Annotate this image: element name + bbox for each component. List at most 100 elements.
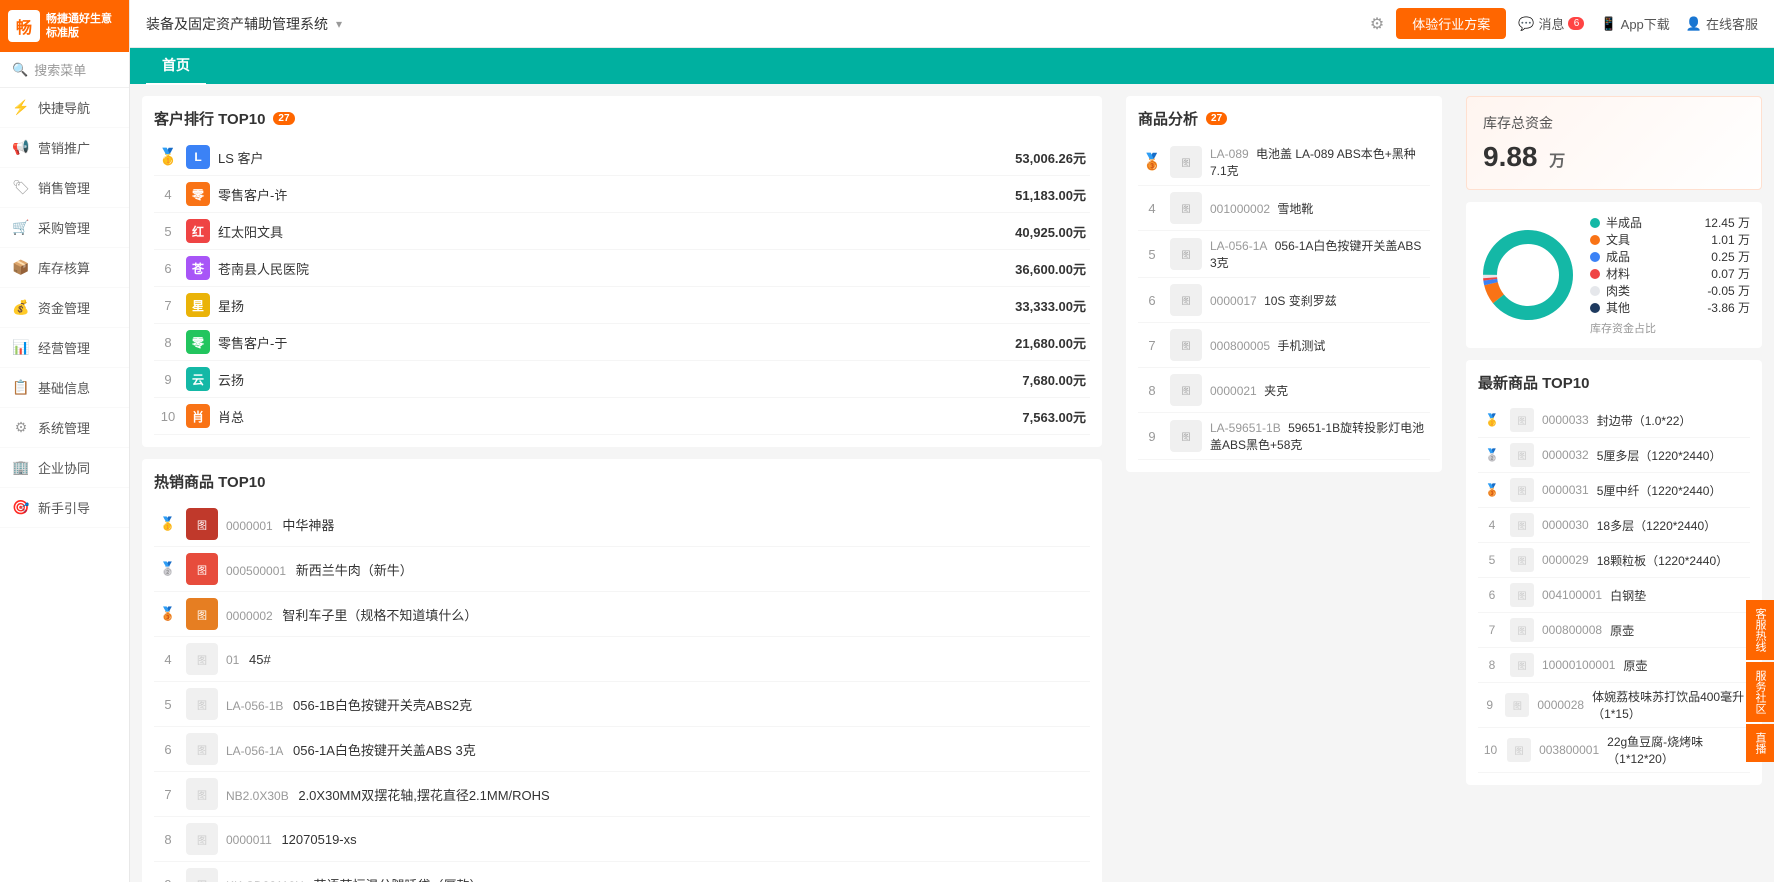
product-image: 图 [1510,478,1534,502]
list-item: 🥈 图 0000032 5厘多层（1220*2440） [1478,438,1750,473]
legend-dot [1590,286,1600,296]
rank-medal-1: 🥇 [158,147,178,167]
product-image-placeholder: 图 [186,643,218,675]
sidebar-item-quick-nav[interactable]: ⚡ 快捷导航 [0,88,129,128]
online-service-button[interactable]: 👤 在线客服 [1686,14,1758,33]
sidebar-item-sales[interactable]: 🏷 销售管理 [0,168,129,208]
rank-num: 5 [1482,553,1502,567]
product-rank: 8 [158,832,178,847]
basic-info-icon: 📋 [12,379,30,397]
product-row: 8 图 0000011 12070519-xs [154,817,1090,862]
sidebar-item-label: 资金管理 [38,298,90,317]
customer-ranking-card: 客户排行 TOP10 27 🥇 L LS 客户 53,006.26元 4 零 [142,96,1102,447]
rank-num: 10 [1482,743,1499,757]
legend-dot [1590,269,1600,279]
product-rank: 🥈 [158,561,178,577]
inventory-amount: 9.88 万 [1483,141,1745,173]
product-image: 图 [1510,513,1534,537]
table-row: 7 星 星扬 33,333.00元 [154,287,1090,324]
sidebar-item-finance[interactable]: 💰 资金管理 [0,288,129,328]
sidebar-search[interactable]: 🔍 搜索菜单 [0,52,129,88]
table-row: 5 红 红太阳文具 40,925.00元 [154,213,1090,250]
management-icon: 📊 [12,339,30,357]
table-row: 🥉 图 LA-089 电池盖 LA-089 ABS本色+黑种 7.1克 [1138,139,1430,186]
product-image: 图 [186,598,218,630]
legend-item: 半成品 12.45 万 [1590,214,1750,231]
sidebar-search-label: 搜索菜单 [34,60,86,79]
service-icon: 👤 [1686,16,1702,32]
tab-home[interactable]: 首页 [146,47,206,85]
product-image: 图 [1170,284,1202,316]
enterprise-icon: 🏢 [12,459,30,477]
rank-amount: 7,680.00元 [1022,370,1086,389]
customer-ranking-badge: 27 [273,112,294,125]
dropdown-icon[interactable]: ▾ [336,17,342,31]
sidebar-item-label: 营销推广 [38,138,90,157]
float-btn-community[interactable]: 服务社区 [1746,662,1774,722]
sidebar-item-label: 新手引导 [38,498,90,517]
rank-num: 8 [1482,658,1502,672]
product-image: 图 [1170,420,1202,452]
float-btn-service[interactable]: 客服热线 [1746,600,1774,660]
table-row: 10 肖 肖总 7,563.00元 [154,398,1090,435]
rank-name: 云扬 [218,370,1014,389]
product-image: 图 [1510,583,1534,607]
sidebar-item-purchase[interactable]: 🛒 采购管理 [0,208,129,248]
sidebar-item-management[interactable]: 📊 经营管理 [0,328,129,368]
settings-icon[interactable]: ⚙ [1370,14,1384,34]
rank-amount: 51,183.00元 [1015,185,1086,204]
table-row: 4 图 001000002 雪地靴 [1138,186,1430,231]
product-info: 0000021 夹克 [1210,382,1426,399]
sidebar-item-guide[interactable]: 🎯 新手引导 [0,488,129,528]
inventory-card: 库存总资金 9.88 万 [1466,96,1762,190]
product-image-placeholder: 图 [186,778,218,810]
product-rank: 6 [158,742,178,757]
sidebar-item-marketing[interactable]: 📢 营销推广 [0,128,129,168]
product-info: LA-056-1A 056-1A白色按键开关盖ABS 3克 [226,740,1086,759]
content: 客户排行 TOP10 27 🥇 L LS 客户 53,006.26元 4 零 [130,84,1774,882]
product-info: 0000017 10S 变刹罗兹 [1210,292,1426,309]
rank-num: 5 [158,224,178,239]
sidebar-item-label: 经营管理 [38,338,90,357]
top-products-badge: 27 [1206,112,1227,125]
product-info: KK-SD22110H 花语萌恒温分腿睡袋（厚款） [226,875,1086,882]
table-row: 4 零 零售客户-许 51,183.00元 [154,176,1090,213]
sidebar-item-label: 采购管理 [38,218,90,237]
sidebar-item-system[interactable]: ⚙ 系统管理 [0,408,129,448]
topbar-right: 💬 消息 6 📱 App下载 👤 在线客服 [1518,14,1758,33]
rank-name: 红太阳文具 [218,222,1007,241]
sidebar-item-inventory[interactable]: 📦 库存核算 [0,248,129,288]
product-row: 🥇 图 0000001 中华神器 [154,502,1090,547]
legend-item: 肉类 -0.05 万 [1590,282,1750,299]
experience-button[interactable]: 体验行业方案 [1396,8,1506,39]
product-image-placeholder: 图 [186,823,218,855]
table-row: 9 云 云扬 7,680.00元 [154,361,1090,398]
app-download-button[interactable]: 📱 App下载 [1600,14,1669,33]
product-row: 4 图 01 45# [154,637,1090,682]
product-info: 0000002 智利车子里（规格不知道填什么） [226,605,1086,624]
rank-num: 7 [1482,623,1502,637]
system-icon: ⚙ [12,419,30,437]
legend-item: 成品 0.25 万 [1590,248,1750,265]
rank-num: 9 [1482,698,1497,712]
sidebar-item-basic-info[interactable]: 📋 基础信息 [0,368,129,408]
product-row: 6 图 LA-056-1A 056-1A白色按键开关盖ABS 3克 [154,727,1090,772]
nav-tabs: 首页 [130,48,1774,84]
message-button[interactable]: 💬 消息 6 [1518,14,1584,33]
table-row: 8 图 0000021 夹克 [1138,368,1430,413]
system-name: 装备及固定资产辅助管理系统 ▾ [146,14,1358,34]
sidebar-item-enterprise[interactable]: 🏢 企业协同 [0,448,129,488]
rank-name: 苍南县人民医院 [218,259,1007,278]
list-item: 🥇 图 0000033 封边带（1.0*22） [1478,403,1750,438]
inventory-title: 库存总资金 [1483,113,1745,133]
float-btn-live[interactable]: 直播 [1746,724,1774,762]
product-row: 9 图 KK-SD22110H 花语萌恒温分腿睡袋（厚款） [154,862,1090,882]
rank-name: 肖总 [218,407,1014,426]
list-item: 8 图 10000100001 原壶 [1478,648,1750,683]
right-panel: 库存总资金 9.88 万 [1454,84,1774,882]
list-item: 9 图 0000028 体婉荔枝味苏打饮品400毫升（1*15） [1478,683,1750,728]
rank-amount: 21,680.00元 [1015,333,1086,352]
customer-ranking-title: 客户排行 TOP10 27 [154,108,1090,129]
product-info: 0000001 中华神器 [226,515,1086,534]
legend-item: 材料 0.07 万 [1590,265,1750,282]
